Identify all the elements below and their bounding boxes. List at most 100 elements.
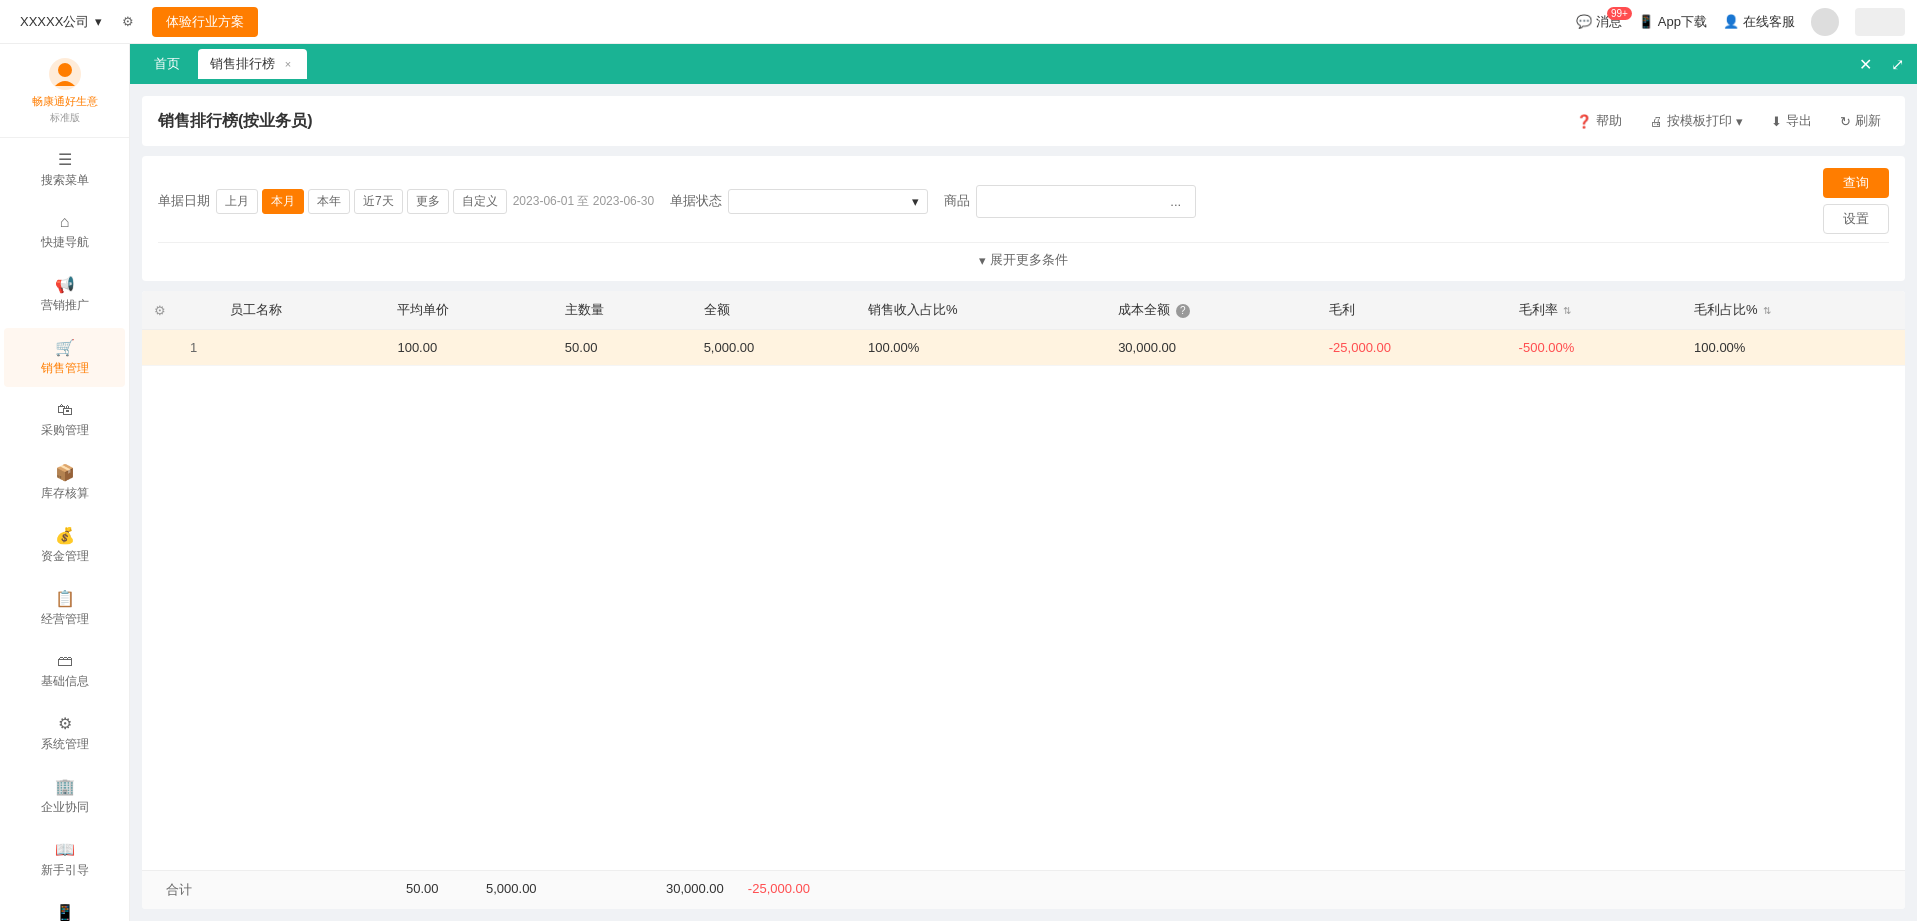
- company-name: XXXXX公司: [20, 13, 89, 31]
- sidebar-logo: 畅康通好生意 标准版: [0, 44, 129, 138]
- online-support-button[interactable]: 👤 在线客服: [1723, 13, 1795, 31]
- tab-sales-ranking[interactable]: 销售排行榜 ×: [198, 49, 307, 79]
- help-icon: ❓: [1576, 114, 1592, 129]
- company-selector[interactable]: XXXXX公司 ▾: [12, 9, 110, 35]
- sidebar-item-basic[interactable]: 🗃 基础信息: [4, 642, 125, 700]
- date-range-group: 上月 本月 本年 近7天 更多 自定义: [216, 189, 507, 214]
- query-button[interactable]: 查询: [1823, 168, 1889, 198]
- refresh-button[interactable]: ↻ 刷新: [1832, 108, 1889, 134]
- sidebar-item-enterprise[interactable]: 🏢 企业协同: [4, 767, 125, 826]
- tab-close-all-button[interactable]: ✕: [1853, 52, 1877, 76]
- footer-sales-ratio: [554, 881, 654, 899]
- rankings-table: ⚙ 员工名称 平均单价 主数量 全额 销售收入占比% 成本全额 ? 毛利: [142, 291, 1905, 366]
- sidebar-item-operations[interactable]: 📋 经营管理: [4, 579, 125, 638]
- user-name-area[interactable]: [1855, 8, 1905, 36]
- col-sales-ratio: 销售收入占比%: [856, 291, 1106, 330]
- tab-close-button[interactable]: ×: [281, 57, 295, 71]
- row-settings: [142, 330, 178, 366]
- tab-restore-button[interactable]: ⤢: [1885, 52, 1909, 76]
- support-icon: 👤: [1723, 14, 1739, 29]
- col-settings[interactable]: ⚙: [142, 291, 178, 330]
- status-select[interactable]: ▾: [728, 189, 928, 214]
- apps-icon: 📱: [55, 903, 75, 921]
- sidebar-item-sales[interactable]: 🛒 销售管理: [4, 328, 125, 387]
- message-badge: 99+: [1607, 7, 1632, 20]
- profit-ratio-sort-icon[interactable]: ⇅: [1763, 305, 1771, 316]
- settings-button[interactable]: ⚙: [114, 8, 142, 36]
- sidebar-item-inventory[interactable]: 📦 库存核算: [4, 453, 125, 512]
- profit-rate-sort-icon[interactable]: ⇅: [1563, 305, 1571, 316]
- footer-quantity: 50.00: [394, 881, 474, 899]
- footer-profit-rate: [822, 881, 902, 899]
- date-btn-this-year[interactable]: 本年: [308, 189, 350, 214]
- header-right: 💬 消息 99+ 📱 App下载 👤 在线客服: [1576, 8, 1905, 36]
- export-button[interactable]: ⬇ 导出: [1763, 108, 1820, 134]
- sidebar-item-purchase[interactable]: 🛍 采购管理: [4, 391, 125, 449]
- print-chevron-icon: ▾: [1736, 114, 1743, 129]
- enterprise-icon: 🏢: [55, 777, 75, 796]
- sidebar-item-guide[interactable]: 📖 新手引导: [4, 830, 125, 889]
- goods-input[interactable]: ...: [976, 185, 1196, 218]
- col-cost: 成本全额 ?: [1106, 291, 1317, 330]
- operations-icon: 📋: [55, 589, 75, 608]
- app-download-button[interactable]: 📱 App下载: [1638, 13, 1707, 31]
- table-empty-area: [142, 366, 1905, 870]
- footer-cost: 30,000.00: [654, 881, 736, 899]
- app-icon: 📱: [1638, 14, 1654, 29]
- page-title-row: 销售排行榜(按业务员) ❓ 帮助 🖨 按模板打印 ▾ ⬇ 导出: [142, 96, 1905, 146]
- sidebar-item-label: 采购管理: [41, 422, 89, 439]
- col-avg-price: 平均单价: [385, 291, 552, 330]
- status-filter-label: 单据状态: [670, 192, 722, 210]
- cost-help-icon[interactable]: ?: [1176, 304, 1190, 318]
- avatar[interactable]: [1811, 8, 1839, 36]
- print-button[interactable]: 🖨 按模板打印 ▾: [1642, 108, 1751, 134]
- col-quantity: 主数量: [553, 291, 692, 330]
- sidebar-item-quick-nav[interactable]: ⌂ 快捷导航: [4, 203, 125, 261]
- sidebar-item-system[interactable]: ⚙ 系统管理: [4, 704, 125, 763]
- date-btn-last-month[interactable]: 上月: [216, 189, 258, 214]
- col-amount: 全额: [692, 291, 856, 330]
- row-quantity: 50.00: [553, 330, 692, 366]
- filter-area: 单据日期 上月 本月 本年 近7天 更多 自定义 2023-06-01 至 20…: [142, 156, 1905, 281]
- more-conditions-toggle[interactable]: ▾ 展开更多条件: [158, 242, 1889, 269]
- sidebar-item-search-order[interactable]: ☰ 搜索菜单: [4, 140, 125, 199]
- footer-profit-ratio: [902, 881, 982, 899]
- sidebar-item-finance[interactable]: 💰 资金管理: [4, 516, 125, 575]
- date-btn-more[interactable]: 更多: [407, 189, 449, 214]
- sidebar-item-apps[interactable]: 📱 应用中心: [4, 893, 125, 921]
- system-icon: ⚙: [58, 714, 72, 733]
- top-header: XXXXX公司 ▾ ⚙ 体验行业方案 💬 消息 99+ 📱 App下载 👤 在线…: [0, 0, 1917, 44]
- row-rank: 1: [178, 330, 218, 366]
- col-rank: [178, 291, 218, 330]
- goods-ellipsis-button[interactable]: ...: [1164, 190, 1187, 213]
- sidebar: 畅康通好生意 标准版 ☰ 搜索菜单 ⌂ 快捷导航 📢 营销推广 🛒 销售管理 🛍…: [0, 44, 130, 921]
- date-btn-this-month[interactable]: 本月: [262, 189, 304, 214]
- row-profit: -25,000.00: [1317, 330, 1507, 366]
- finance-icon: 💰: [55, 526, 75, 545]
- filter-settings-button[interactable]: 设置: [1823, 204, 1889, 234]
- row-cost: 30,000.00: [1106, 330, 1317, 366]
- col-profit: 毛利: [1317, 291, 1507, 330]
- basic-icon: 🗃: [57, 652, 73, 670]
- table-header-row: ⚙ 员工名称 平均单价 主数量 全额 销售收入占比% 成本全额 ? 毛利: [142, 291, 1905, 330]
- sidebar-item-label: 销售管理: [41, 360, 89, 377]
- sidebar-item-label: 库存核算: [41, 485, 89, 502]
- footer-amount: 5,000.00: [474, 881, 554, 899]
- help-button[interactable]: ❓ 帮助: [1568, 108, 1630, 134]
- date-btn-last-7-days[interactable]: 近7天: [354, 189, 403, 214]
- message-button[interactable]: 💬 消息 99+: [1576, 13, 1622, 31]
- date-btn-custom[interactable]: 自定义: [453, 189, 507, 214]
- export-icon: ⬇: [1771, 114, 1782, 129]
- row-name: [218, 330, 385, 366]
- table-footer: 合计 50.00 5,000.00 30,000.00 -25,000.00: [142, 870, 1905, 909]
- goods-filter: 商品 ...: [944, 185, 1196, 218]
- row-profit-rate: -500.00%: [1507, 330, 1682, 366]
- logo-icon: [47, 56, 83, 92]
- tab-home[interactable]: 首页: [138, 49, 196, 79]
- sidebar-item-marketing[interactable]: 📢 营销推广: [4, 265, 125, 324]
- footer-avg-price: [314, 881, 394, 899]
- content-area: 首页 销售排行榜 × ✕ ⤢ 销售排行榜(按业务员) ❓ 帮助: [130, 44, 1917, 921]
- sidebar-item-label: 搜索菜单: [41, 172, 89, 189]
- purchase-icon: 🛍: [57, 401, 73, 419]
- trial-button[interactable]: 体验行业方案: [152, 7, 258, 37]
